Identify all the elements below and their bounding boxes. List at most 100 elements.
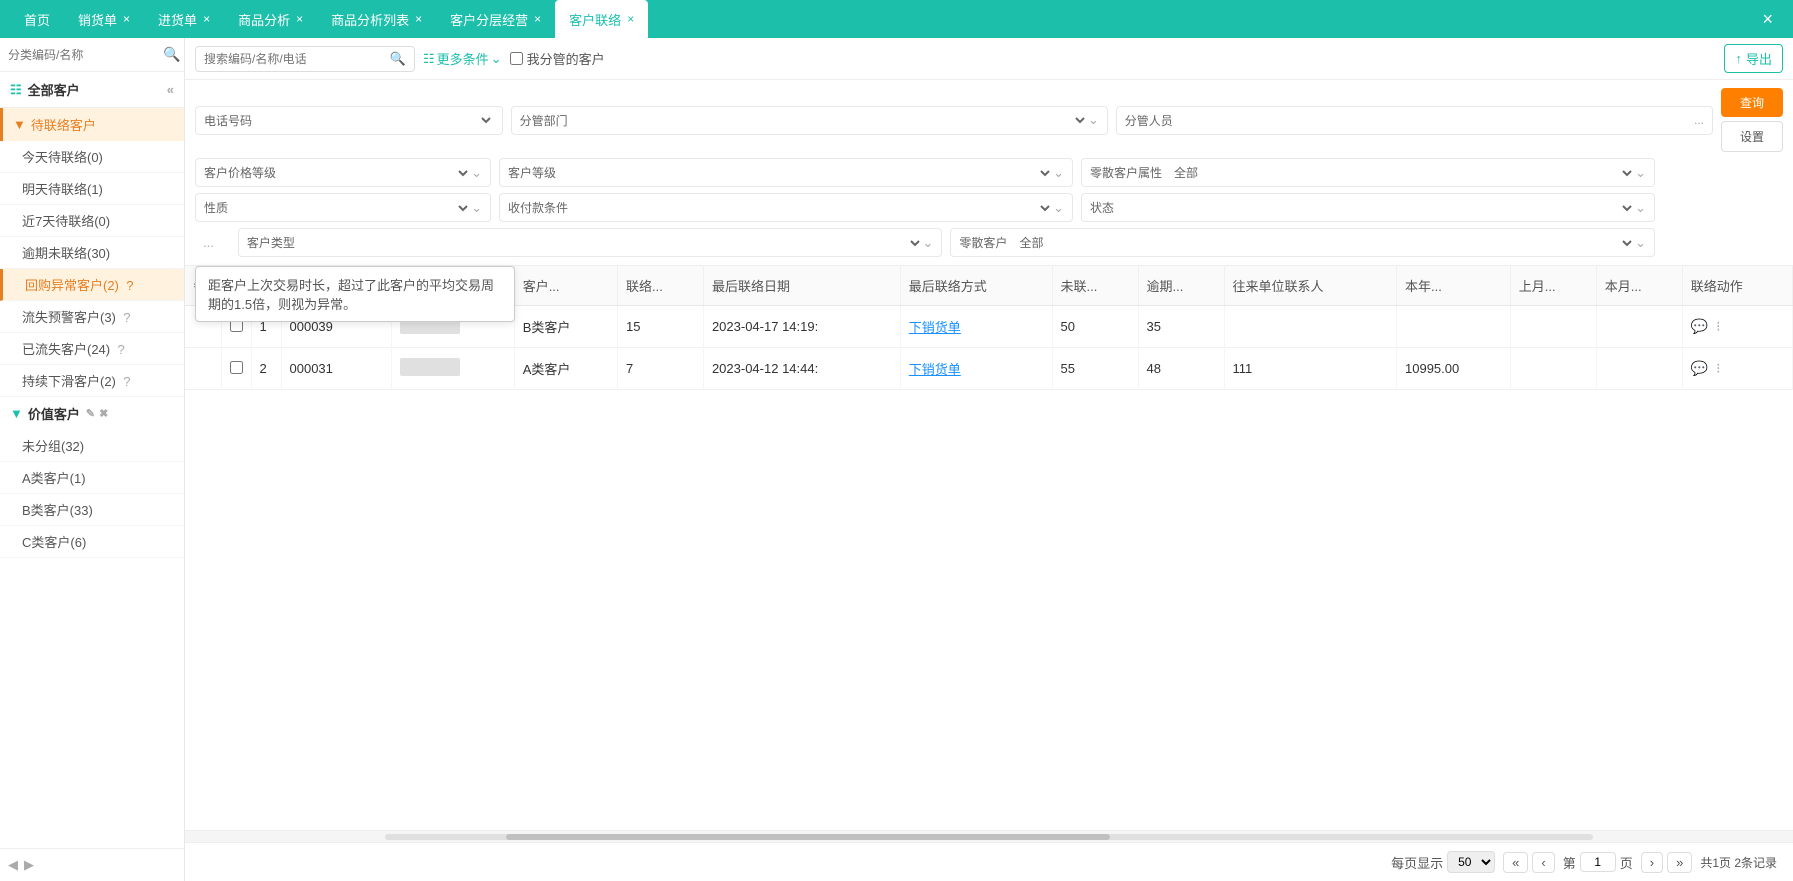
export-button[interactable]: ↑ 导出 — [1724, 44, 1783, 73]
col-last-month[interactable]: 上月... — [1510, 266, 1596, 306]
sidebar-item-repurchase-abnormal[interactable]: 回购异常客户(2) ? — [0, 269, 184, 301]
close-product-analysis-tab[interactable]: × — [296, 12, 303, 26]
more-dots-btn[interactable]: ... — [195, 230, 222, 255]
filter-row-2: 客户价格等级 ⌄ 客户等级 ⌄ 零散客户属性 全部 ⌄ — [195, 158, 1783, 187]
cell-name-2 — [391, 348, 514, 390]
close-customer-segment-tab[interactable]: × — [534, 12, 541, 26]
sidebar-all-customers[interactable]: ☷ 全部客户 « — [0, 72, 184, 108]
sidebar-collapse-btn[interactable]: « — [167, 82, 174, 97]
sidebar-item-a-class[interactable]: A类客户(1) — [0, 462, 184, 494]
last-page-btn[interactable]: » — [1667, 852, 1692, 873]
gender-select[interactable] — [236, 200, 471, 216]
grid-action-2[interactable]: ⁝ — [1716, 360, 1720, 377]
sidebar-right-arrow[interactable]: ▶ — [24, 857, 34, 873]
close-product-list-tab[interactable]: × — [415, 12, 422, 26]
col-last-month-label: 上月... — [1519, 279, 1556, 294]
person-input[interactable] — [1181, 113, 1694, 127]
close-sales-tab[interactable]: × — [123, 12, 130, 26]
my-customers-checkbox[interactable] — [510, 52, 523, 65]
sidebar-left-arrow[interactable]: ◀ — [8, 857, 18, 873]
info-icon-churn-warning[interactable]: ? — [123, 310, 130, 325]
cell-contact-count-2: 7 — [617, 348, 703, 390]
retail-attr-select[interactable]: 全部 — [1170, 165, 1635, 181]
pending-contact-title[interactable]: ▼ 待联络客户 — [0, 108, 184, 141]
retail-customer-select[interactable]: 全部 — [1015, 235, 1635, 251]
sidebar-item-declining[interactable]: 持续下滑客户(2) ? — [0, 365, 184, 397]
sidebar-item-unclassified[interactable]: 未分组(32) — [0, 430, 184, 462]
sidebar-item-tomorrow[interactable]: 明天待联络(1) — [0, 173, 184, 205]
sidebar-item-overdue[interactable]: 逾期未联络(30) — [0, 237, 184, 269]
more-conditions-btn[interactable]: ☷ 更多条件 ⌄ — [423, 49, 502, 68]
toolbar-search-icon[interactable]: 🔍 — [390, 51, 406, 67]
sidebar-item-c-class[interactable]: C类客户(6) — [0, 526, 184, 558]
status-select[interactable] — [1122, 200, 1635, 216]
nav-tab-home[interactable]: 首页 — [10, 0, 64, 38]
info-icon-declining[interactable]: ? — [123, 374, 130, 389]
info-icon-repurchase[interactable]: ? — [126, 278, 133, 293]
close-customer-contact-tab[interactable]: × — [627, 12, 634, 26]
payment-select[interactable] — [576, 200, 1053, 216]
cell-last-contact-method-2[interactable]: 下销货单 — [900, 348, 1052, 390]
col-this-year[interactable]: 本年... — [1397, 266, 1511, 306]
col-category[interactable]: 客户... — [514, 266, 617, 306]
person-more-icon[interactable]: ... — [1694, 113, 1704, 127]
page-number-input[interactable] — [1580, 852, 1616, 872]
nav-tab-customer-segment[interactable]: 客户分层经营 × — [436, 0, 555, 38]
phone-select[interactable] — [260, 112, 494, 128]
sidebar-item-churn-warning[interactable]: 流失预警客户(3) ? — [0, 301, 184, 333]
sidebar-bottom: ◀ ▶ — [0, 848, 184, 881]
sidebar-item-b-class[interactable]: B类客户(33) — [0, 494, 184, 526]
value-customer-edit-icon[interactable]: ✎ — [86, 407, 95, 420]
col-last-contact-date[interactable]: 最后联络日期 — [703, 266, 900, 306]
customer-level-select[interactable] — [564, 165, 1053, 181]
dept-select[interactable] — [576, 112, 1088, 128]
settings-button[interactable]: 设置 — [1721, 121, 1783, 152]
window-close-button[interactable]: × — [1752, 9, 1783, 30]
query-button[interactable]: 查询 — [1721, 88, 1783, 117]
per-page-select[interactable]: 50 — [1447, 851, 1495, 873]
first-page-btn[interactable]: « — [1503, 852, 1528, 873]
filter-row-3: 性质 ⌄ 收付款条件 ⌄ 状态 ⌄ — [195, 193, 1783, 222]
chat-action-1[interactable]: 💬 — [1691, 318, 1708, 335]
filter-area: 电话号码 分管部门 ⌄ 分管人员 ... 查询 设置 — [185, 80, 1793, 266]
scrollbar-thumb[interactable] — [506, 834, 1110, 840]
cell-category-2: A类客户 — [514, 348, 617, 390]
sidebar-item-today[interactable]: 今天待联络(0) — [0, 141, 184, 173]
price-level-select[interactable] — [284, 165, 471, 181]
pending-contact-group: ▼ 待联络客户 今天待联络(0) 明天待联络(1) 近7天待联络(0) 逾期未联… — [0, 108, 184, 269]
col-last-contact-method[interactable]: 最后联络方式 — [900, 266, 1052, 306]
col-unread[interactable]: 未联... — [1052, 266, 1138, 306]
cell-last-contact-method-1[interactable]: 下销货单 — [900, 306, 1052, 348]
close-purchase-tab[interactable]: × — [203, 12, 210, 26]
horizontal-scrollbar[interactable] — [185, 830, 1793, 842]
sidebar-search-icon[interactable]: 🔍 — [163, 46, 180, 63]
scrollbar-track[interactable] — [385, 834, 1593, 840]
cell-code-2: 000031 — [281, 348, 391, 390]
search-input[interactable] — [204, 52, 386, 66]
pending-triangle-icon: ▼ — [13, 117, 26, 132]
col-contact-person[interactable]: 往来单位联系人 — [1224, 266, 1397, 306]
row-checkbox-2[interactable] — [230, 361, 243, 374]
grid-action-1[interactable]: ⁝ — [1716, 318, 1720, 335]
sidebar-item-7days[interactable]: 近7天待联络(0) — [0, 205, 184, 237]
nav-tab-product-list[interactable]: 商品分析列表 × — [317, 0, 436, 38]
cell-checkbox-2[interactable] — [221, 348, 251, 390]
my-customers-filter[interactable]: 我分管的客户 — [510, 49, 605, 68]
col-overdue[interactable]: 逾期... — [1138, 266, 1224, 306]
value-customers-title[interactable]: ▼ 价值客户 ✎ ✖ — [0, 397, 184, 430]
prev-page-btn[interactable]: ‹ — [1532, 852, 1554, 873]
chat-action-2[interactable]: 💬 — [1691, 360, 1708, 377]
nav-tab-sales[interactable]: 销货单 × — [64, 0, 144, 38]
cell-last-contact-date-1: 2023-04-17 14:19: — [703, 306, 900, 348]
value-customer-info-icon[interactable]: ✖ — [99, 407, 108, 420]
info-icon-churned[interactable]: ? — [117, 342, 124, 357]
next-page-btn[interactable]: › — [1641, 852, 1663, 873]
sidebar-item-churned[interactable]: 已流失客户(24) ? — [0, 333, 184, 365]
nav-tab-customer-contact[interactable]: 客户联络 × — [555, 0, 648, 38]
col-this-month[interactable]: 本月... — [1596, 266, 1682, 306]
nav-tab-product-analysis[interactable]: 商品分析 × — [224, 0, 317, 38]
nav-tab-purchase[interactable]: 进货单 × — [144, 0, 224, 38]
customer-type-select[interactable] — [303, 235, 923, 251]
sidebar-search-input[interactable] — [8, 48, 163, 62]
col-contact-count[interactable]: 联络... — [617, 266, 703, 306]
